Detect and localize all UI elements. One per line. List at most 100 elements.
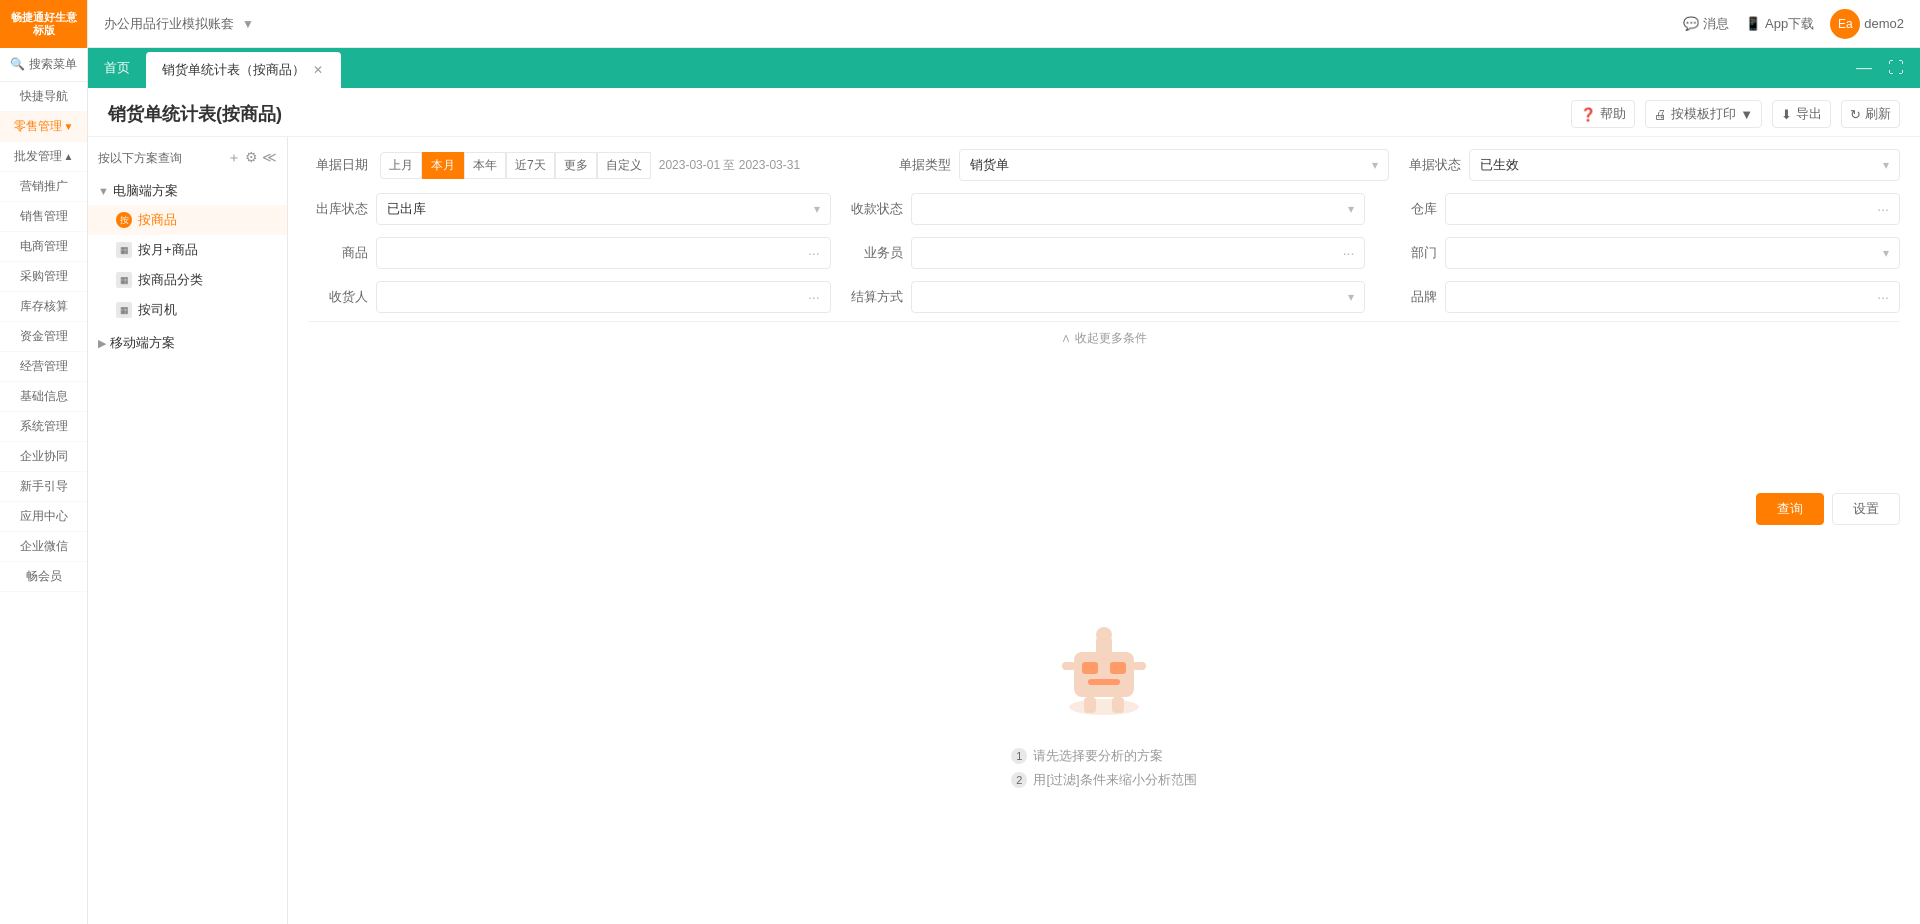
warehouse-input[interactable]: ··· bbox=[1445, 193, 1900, 225]
tree-group-pc: ▼ 电脑端方案 按 按商品 ▦ 按月+商品 ▦ 按商品分类 bbox=[88, 175, 287, 327]
sidebar-search[interactable]: 🔍 搜索菜单 bbox=[0, 48, 87, 82]
tree-item-by-customer[interactable]: ▦ 按司机 bbox=[88, 295, 287, 325]
left-panel-label: 按以下方案查询 bbox=[98, 150, 182, 167]
svg-point-6 bbox=[1096, 627, 1112, 643]
workspace-label: 办公用品行业模拟账套 bbox=[104, 15, 234, 33]
sidebar-item-sales[interactable]: 销售管理 bbox=[0, 202, 87, 232]
ellipsis-icon: ··· bbox=[1877, 201, 1889, 217]
filter-panel: 单据日期 上月 本月 本年 近7天 更多 自定义 2023-03-01 至 20… bbox=[288, 137, 1920, 493]
staff-label: 业务员 bbox=[843, 244, 903, 262]
staff-input[interactable]: ··· bbox=[911, 237, 1366, 269]
sidebar-item-wechat[interactable]: 企业微信 bbox=[0, 532, 87, 562]
date-tab-more[interactable]: 更多 bbox=[555, 152, 597, 179]
add-scheme-icon[interactable]: ＋ bbox=[227, 149, 241, 167]
date-tab-current-month[interactable]: 本月 bbox=[422, 152, 464, 179]
export-button[interactable]: ⬇ 导出 bbox=[1772, 100, 1831, 128]
empty-state: 1 请先选择要分析的方案 2 用[过滤]条件来缩小分析范围 bbox=[288, 533, 1920, 925]
doc-type-input[interactable]: 销货单 ▾ bbox=[959, 149, 1390, 181]
export-icon: ⬇ bbox=[1781, 107, 1792, 122]
product-label: 商品 bbox=[308, 244, 368, 262]
sidebar-item-basic[interactable]: 基础信息 bbox=[0, 382, 87, 412]
sidebar-item-member[interactable]: 畅会员 bbox=[0, 562, 87, 592]
svg-rect-3 bbox=[1110, 662, 1126, 674]
sidebar-item-newuser[interactable]: 新手引导 bbox=[0, 472, 87, 502]
receiver-input[interactable]: ··· bbox=[376, 281, 831, 313]
collapse-bar[interactable]: ∧ 收起更多条件 bbox=[308, 321, 1900, 355]
tip-num-2: 2 bbox=[1011, 772, 1027, 788]
receiver-label: 收货人 bbox=[308, 288, 368, 306]
tree-item-by-month-product[interactable]: ▦ 按月+商品 bbox=[88, 235, 287, 265]
sidebar-item-purchase[interactable]: 采购管理 bbox=[0, 262, 87, 292]
tree-group-pc-label: 电脑端方案 bbox=[113, 182, 178, 200]
svg-rect-7 bbox=[1062, 662, 1076, 670]
edit-scheme-icon[interactable]: ⚙ bbox=[245, 149, 258, 167]
workspace-dropdown-icon[interactable]: ▼ bbox=[242, 17, 254, 31]
sidebar-item-inventory[interactable]: 库存核算 bbox=[0, 292, 87, 322]
receipt-status-input[interactable]: ▾ bbox=[911, 193, 1366, 225]
brand-label: 品牌 bbox=[1377, 288, 1437, 306]
sidebar-item-operations[interactable]: 经营管理 bbox=[0, 352, 87, 382]
receipt-status-cell: 收款状态 ▾ bbox=[843, 193, 1366, 225]
help-button[interactable]: ❓ 帮助 bbox=[1571, 100, 1635, 128]
tree-group-mobile-header[interactable]: ▶ 移动端方案 bbox=[88, 329, 287, 357]
topbar-message[interactable]: 💬 消息 bbox=[1683, 15, 1729, 33]
topbar: 办公用品行业模拟账套 ▼ 💬 消息 📱 App下载 Ea demo2 bbox=[88, 0, 1920, 48]
sidebar-item-retail[interactable]: 零售管理 ▼ bbox=[0, 112, 87, 142]
maximize-icon[interactable]: ⛶ bbox=[1884, 57, 1908, 79]
doc-status-label: 单据状态 bbox=[1401, 156, 1461, 174]
topbar-right: 💬 消息 📱 App下载 Ea demo2 bbox=[1683, 9, 1904, 39]
tree-group-pc-header[interactable]: ▼ 电脑端方案 bbox=[88, 177, 287, 205]
date-tab-current-year[interactable]: 本年 bbox=[464, 152, 506, 179]
warehouse-cell: 仓库 ··· bbox=[1377, 193, 1900, 225]
left-panel-header: 按以下方案查询 ＋ ⚙ ≪ bbox=[88, 145, 287, 175]
date-tab-7days[interactable]: 近7天 bbox=[506, 152, 555, 179]
print-dropdown-icon: ▼ bbox=[1740, 107, 1753, 122]
tab-report[interactable]: 销货单统计表（按商品） ✕ bbox=[146, 52, 341, 88]
chevron-down-icon: ▾ bbox=[1883, 158, 1889, 172]
collapse-panel-icon[interactable]: ≪ bbox=[262, 149, 277, 167]
tree-item-label-by-month: 按月+商品 bbox=[138, 241, 198, 259]
svg-point-0 bbox=[1069, 699, 1139, 715]
sidebar-item-enterprise[interactable]: 企业协同 bbox=[0, 442, 87, 472]
date-tab-last-month[interactable]: 上月 bbox=[380, 152, 422, 179]
doc-status-input[interactable]: 已生效 ▾ bbox=[1469, 149, 1900, 181]
query-button[interactable]: 查询 bbox=[1756, 493, 1824, 525]
left-panel: 按以下方案查询 ＋ ⚙ ≪ ▼ 电脑端方案 按 按商品 bbox=[88, 137, 288, 924]
tab-home[interactable]: 首页 bbox=[88, 48, 146, 88]
settings-button[interactable]: 设置 bbox=[1832, 493, 1900, 525]
settlement-cell: 结算方式 ▾ bbox=[843, 281, 1366, 313]
user-avatar: Ea bbox=[1830, 9, 1860, 39]
print-button[interactable]: 🖨 按模板打印 ▼ bbox=[1645, 100, 1762, 128]
chevron-down-icon: ▾ bbox=[814, 202, 820, 216]
department-input[interactable]: ▾ bbox=[1445, 237, 1900, 269]
topbar-app-download[interactable]: 📱 App下载 bbox=[1745, 15, 1814, 33]
sidebar-item-wholesale[interactable]: 批发管理 ▲ bbox=[0, 142, 87, 172]
ellipsis-icon: ··· bbox=[808, 289, 820, 305]
tree-item-by-category[interactable]: ▦ 按商品分类 bbox=[88, 265, 287, 295]
sidebar-item-finance[interactable]: 资金管理 bbox=[0, 322, 87, 352]
sidebar-item-marketing[interactable]: 营销推广 bbox=[0, 172, 87, 202]
sidebar-item-appcenter[interactable]: 应用中心 bbox=[0, 502, 87, 532]
settlement-input[interactable]: ▾ bbox=[911, 281, 1366, 313]
page-title: 销货单统计表(按商品) bbox=[108, 102, 282, 126]
refresh-icon: ↻ bbox=[1850, 107, 1861, 122]
tree-item-by-product[interactable]: 按 按商品 bbox=[88, 205, 287, 235]
filter-row-4: 收货人 ··· 结算方式 ▾ bbox=[308, 281, 1900, 313]
topbar-user[interactable]: Ea demo2 bbox=[1830, 9, 1904, 39]
sidebar-item-quicknav[interactable]: 快捷导航 bbox=[0, 82, 87, 112]
app-logo: 畅捷通好生意 标版 bbox=[0, 0, 87, 48]
tree-item-label-by-customer: 按司机 bbox=[138, 301, 177, 319]
svg-rect-9 bbox=[1084, 697, 1096, 713]
department-cell: 部门 ▾ bbox=[1377, 237, 1900, 269]
svg-rect-1 bbox=[1074, 652, 1134, 697]
warehouse-status-input[interactable]: 已出库 ▾ bbox=[376, 193, 831, 225]
sidebar-item-ecommerce[interactable]: 电商管理 bbox=[0, 232, 87, 262]
brand-input[interactable]: ··· bbox=[1445, 281, 1900, 313]
product-input[interactable]: ··· bbox=[376, 237, 831, 269]
ellipsis-icon: ··· bbox=[1343, 245, 1355, 261]
refresh-button[interactable]: ↻ 刷新 bbox=[1841, 100, 1900, 128]
date-tab-custom[interactable]: 自定义 bbox=[597, 152, 651, 179]
tab-close-icon[interactable]: ✕ bbox=[311, 63, 325, 77]
sidebar-item-system[interactable]: 系统管理 bbox=[0, 412, 87, 442]
minimize-icon[interactable]: — bbox=[1852, 57, 1876, 79]
